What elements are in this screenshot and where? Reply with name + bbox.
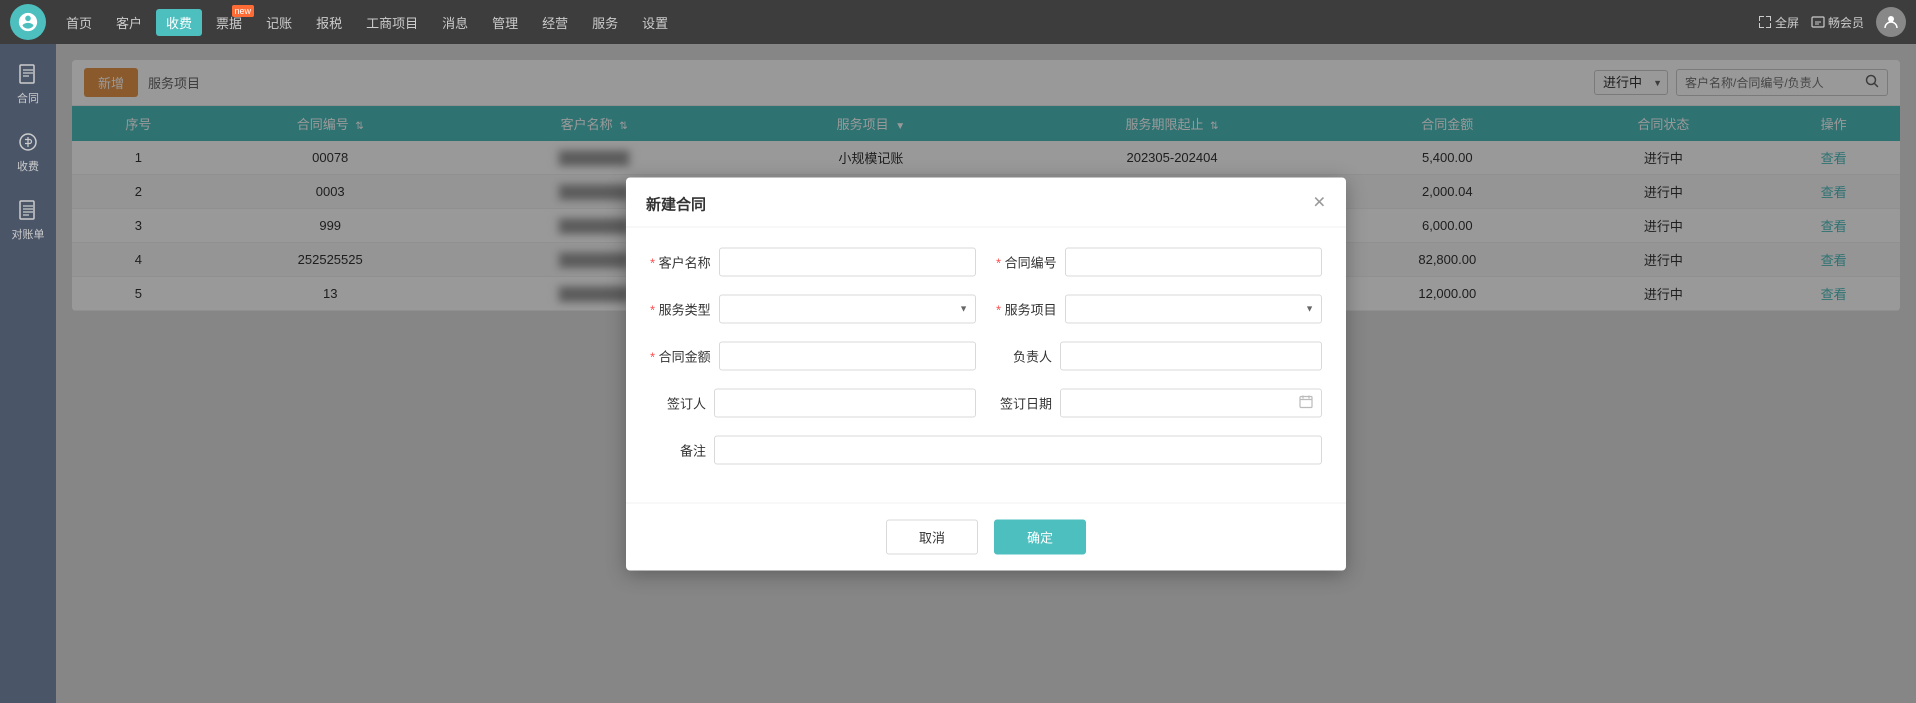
nav-item-piaoju[interactable]: 票据 new — [206, 9, 252, 36]
top-navigation: 首页 客户 收费 票据 new 记账 报税 工商项目 消息 管理 经营 服务 设… — [0, 0, 1916, 44]
sidebar-item-shoufei[interactable]: 收费 — [3, 122, 53, 182]
amount-label: 合同金额 — [650, 346, 711, 365]
remark-label: 备注 — [650, 440, 706, 459]
sidebar-item-duizhangdan[interactable]: 对账单 — [3, 190, 53, 250]
modal-close-button[interactable]: ✕ — [1313, 196, 1326, 212]
confirm-button[interactable]: 确定 — [994, 519, 1086, 554]
sign-date-input[interactable]: 2023-06-06 — [1061, 389, 1291, 416]
form-group-remark: 备注 — [650, 435, 1322, 464]
service-item-select-wrapper — [1065, 294, 1322, 323]
new-badge: new — [232, 5, 255, 17]
form-group-customer: 客户名称 — [650, 247, 976, 276]
form-group-service-item: 服务项目 — [996, 294, 1322, 323]
form-row-1: 客户名称 合同编号 — [650, 247, 1322, 276]
nav-right: 全屏 畅会员 — [1758, 7, 1906, 37]
sign-date-label: 签订日期 — [996, 393, 1052, 412]
customer-name-label: 客户名称 — [650, 252, 711, 271]
nav-item-home[interactable]: 首页 — [56, 9, 102, 36]
nav-items: 首页 客户 收费 票据 new 记账 报税 工商项目 消息 管理 经营 服务 设… — [56, 9, 1758, 36]
modal-body: 客户名称 合同编号 服务类型 — [626, 227, 1346, 502]
member-button[interactable]: 畅会员 — [1811, 14, 1864, 31]
nav-item-fuwu[interactable]: 服务 — [582, 9, 628, 36]
app-logo[interactable] — [10, 4, 46, 40]
sidebar: 合同 收费 对账单 — [0, 44, 56, 703]
sidebar-label-shoufei: 收费 — [17, 158, 39, 174]
remark-input[interactable] — [714, 435, 1322, 464]
contract-icon — [16, 62, 40, 86]
nav-item-gongshang[interactable]: 工商项目 — [356, 9, 428, 36]
contract-no-label: 合同编号 — [996, 252, 1057, 271]
content-area: 新增 服务项目 进行中 已完成 已终止 — [56, 44, 1916, 703]
signatory-input[interactable] — [714, 388, 976, 417]
main-layout: 合同 收费 对账单 新增 — [0, 44, 1916, 703]
form-group-service-type: 服务类型 — [650, 294, 976, 323]
contract-no-input[interactable] — [1065, 247, 1322, 276]
fee-icon — [16, 130, 40, 154]
nav-item-jingying[interactable]: 经营 — [532, 9, 578, 36]
responsible-label: 负责人 — [996, 346, 1052, 365]
form-group-signatory: 签订人 — [650, 388, 976, 417]
modal-title: 新建合同 — [646, 193, 706, 214]
calendar-button[interactable] — [1291, 390, 1321, 415]
sidebar-label-hetong: 合同 — [17, 90, 39, 106]
member-label: 畅会员 — [1828, 14, 1864, 31]
form-group-contract-no: 合同编号 — [996, 247, 1322, 276]
nav-item-xiaoxi[interactable]: 消息 — [432, 9, 478, 36]
nav-item-baoshui[interactable]: 报税 — [306, 9, 352, 36]
new-contract-modal: 新建合同 ✕ 客户名称 合同编号 — [626, 177, 1346, 570]
service-item-label: 服务项目 — [996, 299, 1057, 318]
form-row-5: 备注 — [650, 435, 1322, 464]
form-group-responsible: 负责人 — [996, 341, 1322, 370]
nav-item-shoufei[interactable]: 收费 — [156, 9, 202, 36]
service-type-label: 服务类型 — [650, 299, 711, 318]
form-group-amount: 合同金额 0.00 — [650, 341, 976, 370]
modal-footer: 取消 确定 — [626, 502, 1346, 570]
fullscreen-button[interactable]: 全屏 — [1758, 14, 1799, 31]
signatory-label: 签订人 — [650, 393, 706, 412]
nav-item-customer[interactable]: 客户 — [106, 9, 152, 36]
service-item-select[interactable] — [1065, 294, 1322, 323]
form-row-2: 服务类型 服务项目 — [650, 294, 1322, 323]
nav-item-guanli[interactable]: 管理 — [482, 9, 528, 36]
form-row-3: 合同金额 0.00 负责人 — [650, 341, 1322, 370]
sign-date-wrapper: 2023-06-06 — [1060, 388, 1322, 417]
statement-icon — [16, 198, 40, 222]
fullscreen-label: 全屏 — [1775, 14, 1799, 31]
cancel-button[interactable]: 取消 — [886, 519, 978, 554]
form-row-4: 签订人 签订日期 2023-06-06 — [650, 388, 1322, 417]
nav-item-shezhi[interactable]: 设置 — [632, 9, 678, 36]
customer-name-input[interactable] — [719, 247, 976, 276]
service-type-select-wrapper — [719, 294, 976, 323]
modal-header: 新建合同 ✕ — [626, 177, 1346, 227]
form-group-sign-date: 签订日期 2023-06-06 — [996, 388, 1322, 417]
responsible-input[interactable] — [1060, 341, 1322, 370]
service-type-select[interactable] — [719, 294, 976, 323]
sidebar-label-duizhangdan: 对账单 — [12, 226, 45, 242]
avatar[interactable] — [1876, 7, 1906, 37]
nav-item-jizhan[interactable]: 记账 — [256, 9, 302, 36]
amount-input[interactable]: 0.00 — [719, 341, 976, 370]
sidebar-item-hetong[interactable]: 合同 — [3, 54, 53, 114]
